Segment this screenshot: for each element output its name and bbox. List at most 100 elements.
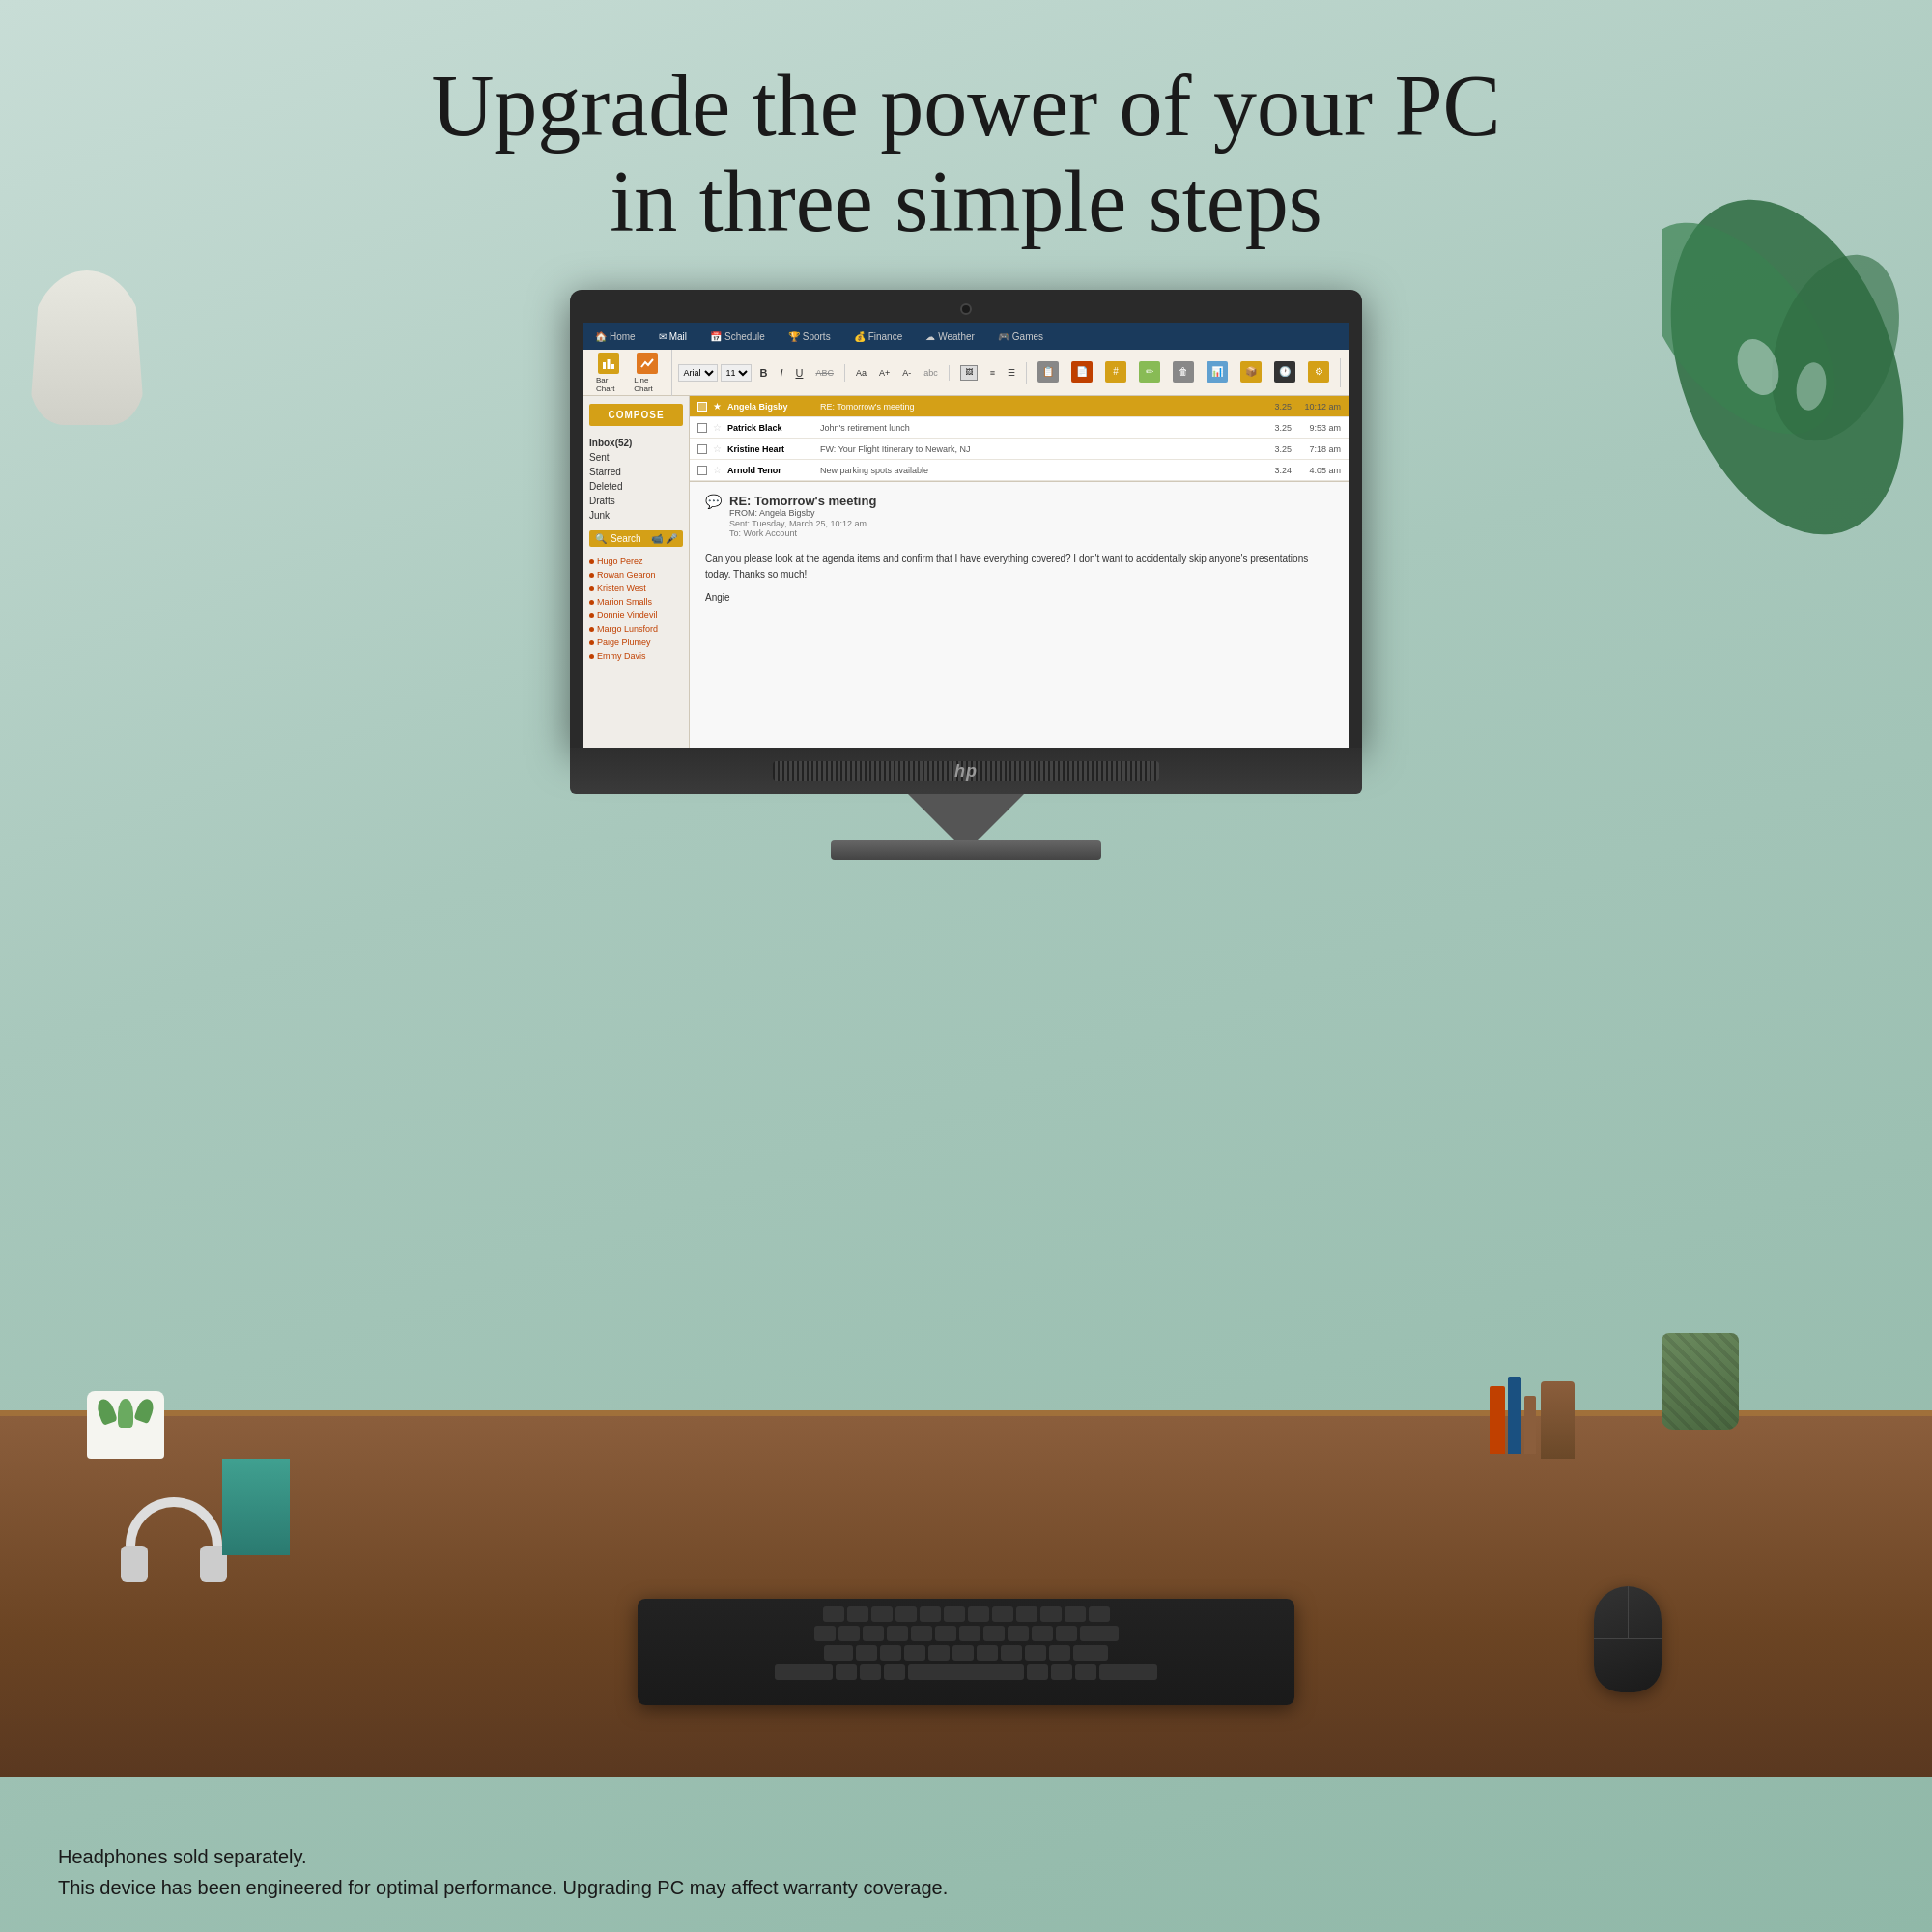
key bbox=[884, 1664, 905, 1680]
bar-chart-label: Bar Chart bbox=[596, 376, 621, 393]
keyboard[interactable] bbox=[638, 1599, 1294, 1705]
from-label: FROM: bbox=[729, 508, 757, 518]
calendar-icon: 📋 bbox=[1037, 361, 1059, 383]
email-star-3[interactable]: ☆ bbox=[713, 465, 722, 475]
abc-button[interactable]: ABC bbox=[810, 366, 838, 380]
mouse-left-button[interactable] bbox=[1594, 1586, 1629, 1638]
book-2 bbox=[1508, 1377, 1521, 1454]
search-actions: 📹 🎤 bbox=[651, 533, 677, 544]
bold-button[interactable]: B bbox=[754, 365, 772, 381]
email-checkbox-1[interactable] bbox=[697, 423, 707, 433]
trash-icon-btn[interactable]: 🗑 bbox=[1168, 358, 1199, 387]
picture-button[interactable]: 🖼 bbox=[955, 362, 982, 384]
sent-date: Tuesday, March 25, 10:12 am bbox=[752, 519, 867, 528]
leaf bbox=[133, 1397, 156, 1424]
mouse-right-button[interactable] bbox=[1629, 1586, 1662, 1638]
chart-tools: Bar Chart Line Chart bbox=[591, 350, 672, 396]
email-checkbox-3[interactable] bbox=[697, 466, 707, 475]
lamp bbox=[29, 270, 145, 425]
lamp-shade bbox=[29, 270, 145, 425]
a-minus-button[interactable]: A- bbox=[897, 365, 916, 381]
sidebar-starred[interactable]: Starred bbox=[589, 465, 683, 479]
clock-icon: 🕐 bbox=[1274, 361, 1295, 383]
chart2-icon-btn[interactable]: 📊 bbox=[1202, 358, 1233, 387]
contact-donnie-vindevil[interactable]: Donnie Vindevil bbox=[589, 609, 683, 622]
contact-marion-smalls[interactable]: Marion Smalls bbox=[589, 595, 683, 609]
search-box[interactable]: 🔍 Search 📹 🎤 bbox=[589, 530, 683, 547]
contact-rowan-gearon[interactable]: Rowan Gearon bbox=[589, 568, 683, 582]
contact-emmy-davis[interactable]: Emmy Davis bbox=[589, 649, 683, 663]
font-family-select[interactable]: Arial bbox=[678, 364, 718, 382]
email-date-1: 3.25 bbox=[1263, 423, 1292, 433]
headline: Upgrade the power of your PC in three si… bbox=[0, 58, 1932, 249]
nav-sports[interactable]: 🏆 Sports bbox=[784, 329, 835, 344]
align-center-button[interactable]: ☰ bbox=[1003, 365, 1020, 381]
email-row-3[interactable]: ☆ Arnold Tenor New parking spots availab… bbox=[690, 460, 1349, 481]
sidebar-sent[interactable]: Sent bbox=[589, 450, 683, 465]
headphone-left-ear bbox=[121, 1546, 148, 1582]
aa-button[interactable]: Aa bbox=[851, 365, 871, 381]
sidebar-deleted[interactable]: Deleted bbox=[589, 479, 683, 494]
key bbox=[952, 1645, 974, 1661]
settings-icon-btn[interactable]: ⚙ bbox=[1303, 358, 1334, 387]
email-date-2: 3.25 bbox=[1263, 444, 1292, 454]
font-size-select[interactable]: 11 bbox=[721, 364, 752, 382]
nav-mail[interactable]: ✉ Mail bbox=[655, 329, 691, 344]
home-icon: 🏠 bbox=[595, 331, 607, 342]
compose-button[interactable]: COMPOSE bbox=[589, 404, 683, 426]
nav-weather[interactable]: ☁ Weather bbox=[922, 329, 979, 344]
contact-margo-lunsford[interactable]: Margo Lunsford bbox=[589, 622, 683, 636]
stand-base bbox=[831, 840, 1101, 860]
contact-hugo-perez[interactable]: Hugo Perez bbox=[589, 554, 683, 568]
align-left-button[interactable]: ≡ bbox=[985, 365, 1000, 381]
key bbox=[1073, 1645, 1108, 1661]
reply-icon: 💬 bbox=[705, 494, 722, 509]
key bbox=[1056, 1626, 1077, 1641]
nav-finance-label: Finance bbox=[868, 331, 903, 342]
nav-finance[interactable]: 💰 Finance bbox=[850, 329, 907, 344]
email-row-2[interactable]: ☆ Kristine Heart FW: Your Flight Itinera… bbox=[690, 439, 1349, 460]
key bbox=[1027, 1664, 1048, 1680]
contact-dot bbox=[589, 573, 594, 578]
doc-icon: 📄 bbox=[1071, 361, 1093, 383]
contact-kristen-west[interactable]: Kristen West bbox=[589, 582, 683, 595]
calendar-icon-btn[interactable]: 📋 bbox=[1033, 358, 1064, 387]
doc-icon-btn[interactable]: 📄 bbox=[1066, 358, 1097, 387]
email-star-0[interactable]: ★ bbox=[713, 401, 722, 412]
email-body: 💬 RE: Tomorrow's meeting FROM: Angela Bi… bbox=[690, 482, 1349, 748]
a-plus-button[interactable]: A+ bbox=[874, 365, 895, 381]
grid-icon-btn[interactable]: # bbox=[1100, 358, 1131, 387]
email-checkbox-0[interactable] bbox=[697, 402, 707, 412]
sidebar-drafts[interactable]: Drafts bbox=[589, 494, 683, 508]
underline-button[interactable]: U bbox=[790, 365, 808, 381]
clock-icon-btn[interactable]: 🕐 bbox=[1269, 358, 1300, 387]
email-row-0[interactable]: ★ Angela Bigsby RE: Tomorrow's meeting 3… bbox=[690, 396, 1349, 417]
sidebar-junk[interactable]: Junk bbox=[589, 508, 683, 523]
nav-home[interactable]: 🏠 Home bbox=[591, 329, 639, 344]
email-body-from: FROM: Angela Bigsby bbox=[729, 508, 876, 518]
italic-button[interactable]: I bbox=[775, 365, 787, 381]
key bbox=[911, 1626, 932, 1641]
headline-line2: in three simple steps bbox=[0, 154, 1932, 249]
email-star-1[interactable]: ☆ bbox=[713, 422, 722, 433]
svg-rect-7 bbox=[611, 364, 614, 369]
abc2-button[interactable]: abc bbox=[919, 365, 943, 381]
box-icon-btn[interactable]: 📦 bbox=[1236, 358, 1266, 387]
nav-games[interactable]: 🎮 Games bbox=[994, 329, 1047, 344]
pencil-icon-btn[interactable]: ✏ bbox=[1134, 358, 1165, 387]
video-icon[interactable]: 📹 bbox=[651, 533, 663, 544]
sent-label: Sent: bbox=[729, 519, 750, 528]
key bbox=[928, 1645, 950, 1661]
bar-chart-button[interactable]: Bar Chart bbox=[591, 350, 626, 396]
nav-schedule[interactable]: 📅 Schedule bbox=[706, 329, 769, 344]
contact-paige-plumey[interactable]: Paige Plumey bbox=[589, 636, 683, 649]
mic-icon[interactable]: 🎤 bbox=[666, 533, 677, 544]
email-star-2[interactable]: ☆ bbox=[713, 443, 722, 454]
email-row-1[interactable]: ☆ Patrick Black John's retirement lunch … bbox=[690, 417, 1349, 439]
email-checkbox-2[interactable] bbox=[697, 444, 707, 454]
line-chart-button[interactable]: Line Chart bbox=[629, 350, 666, 396]
key-row-1 bbox=[645, 1606, 1287, 1622]
sidebar-inbox[interactable]: Inbox(52) bbox=[589, 436, 683, 450]
webcam bbox=[960, 303, 972, 315]
mouse[interactable] bbox=[1594, 1586, 1662, 1692]
